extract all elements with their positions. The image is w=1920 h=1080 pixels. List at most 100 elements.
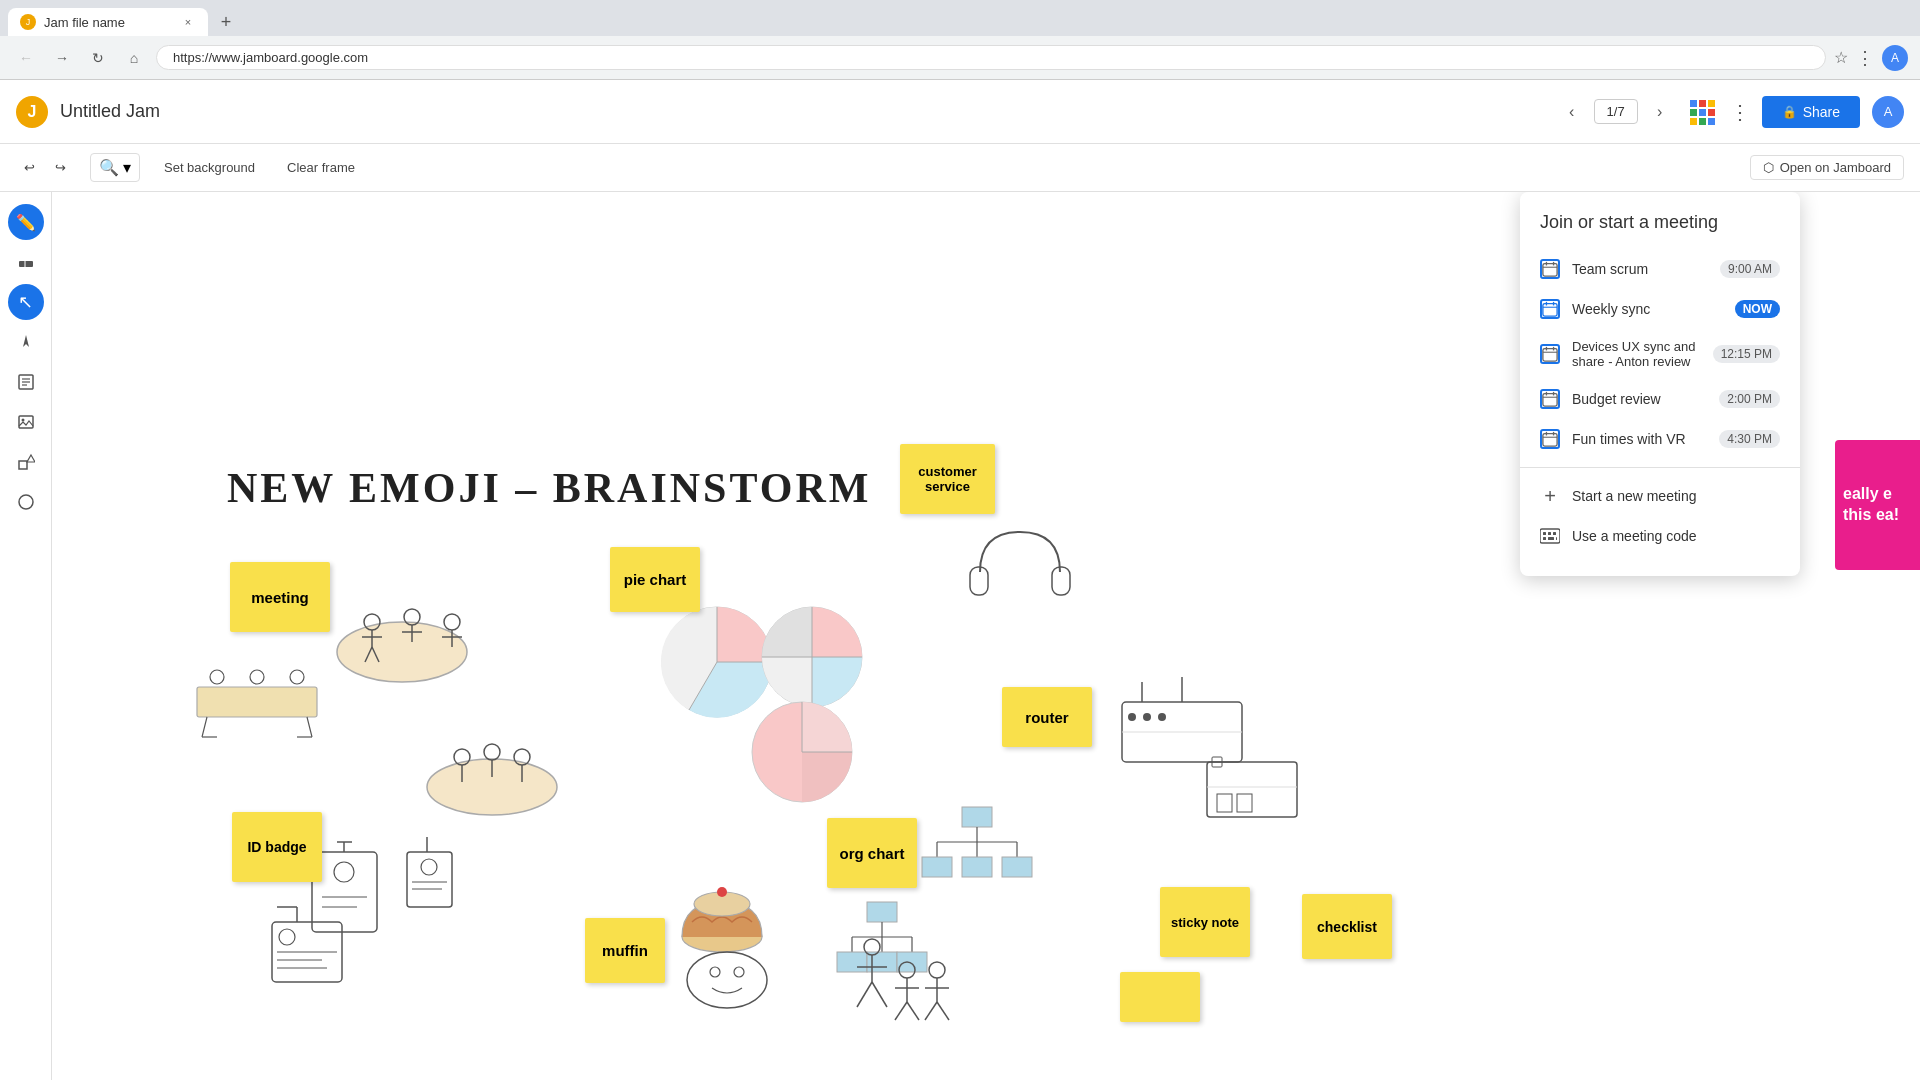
svg-point-66 — [1128, 713, 1136, 721]
tool-sticky-note[interactable] — [8, 364, 44, 400]
svg-line-121 — [872, 982, 887, 1007]
svg-point-117 — [864, 939, 880, 955]
svg-rect-144 — [1543, 394, 1557, 406]
sticky-note-bottom-yellow[interactable] — [1120, 972, 1200, 1022]
meeting-item-team-scrum[interactable]: Team scrum 9:00 AM — [1520, 249, 1800, 289]
zoom-control[interactable]: 🔍 ▾ — [90, 153, 140, 182]
frame-next-button[interactable]: › — [1646, 98, 1674, 126]
app-bar-right: ⋮ 🔒 Share A — [1686, 96, 1904, 128]
browser-tab-active[interactable]: J Jam file name × — [8, 8, 208, 36]
open-jamboard-icon: ⬡ — [1763, 160, 1774, 175]
share-label: Share — [1803, 104, 1840, 120]
bookmark-star-icon[interactable]: ☆ — [1834, 48, 1848, 67]
svg-line-120 — [857, 982, 872, 1007]
svg-line-131 — [937, 1002, 949, 1020]
sticky-note-pie-chart[interactable]: pie chart — [610, 547, 700, 612]
tool-shapes[interactable] — [8, 444, 44, 480]
meeting-item-fun-times[interactable]: Fun times with VR 4:30 PM — [1520, 419, 1800, 459]
clear-frame-button[interactable]: Clear frame — [279, 156, 363, 179]
browser-profile-icon[interactable]: A — [1882, 45, 1908, 71]
sticky-note-meeting[interactable]: meeting — [230, 562, 330, 632]
home-button[interactable]: ⌂ — [120, 44, 148, 72]
app-title[interactable]: Untitled Jam — [60, 101, 1546, 122]
svg-point-23 — [364, 614, 380, 630]
svg-point-94 — [694, 892, 750, 916]
app-more-options-button[interactable]: ⋮ — [1730, 100, 1750, 124]
svg-line-27 — [372, 647, 379, 662]
svg-point-58 — [752, 702, 852, 802]
sticky-note-org-chart[interactable]: org chart — [827, 818, 917, 888]
svg-rect-148 — [1543, 434, 1557, 446]
svg-text:NEW EMOJI – BRAINSTORM: NEW EMOJI – BRAINSTORM — [227, 465, 871, 511]
svg-point-17 — [21, 419, 24, 422]
svg-rect-74 — [1237, 794, 1252, 812]
browser-menu-button[interactable]: ⋮ — [1856, 47, 1874, 69]
tool-pen[interactable]: ✏️ — [8, 204, 44, 240]
sticky-note-customer-service[interactable]: customer service — [900, 444, 995, 514]
meeting-calendar-icon-1 — [1540, 259, 1560, 279]
svg-marker-19 — [27, 455, 35, 462]
sticky-note-checklist[interactable]: checklist — [1302, 894, 1392, 959]
sticky-note-sticky-note-item-text: sticky note — [1171, 915, 1239, 930]
tool-image[interactable] — [8, 404, 44, 440]
svg-line-52 — [689, 662, 717, 710]
tool-eraser[interactable] — [8, 244, 44, 280]
meeting-name-devices-ux: Devices UX sync and share - Anton review — [1572, 339, 1701, 369]
forward-button[interactable]: → — [48, 44, 76, 72]
svg-point-22 — [337, 622, 467, 682]
sticky-note-id-badge-text: ID badge — [247, 839, 306, 855]
sticky-note-router[interactable]: router — [1002, 687, 1092, 747]
svg-rect-107 — [1002, 857, 1032, 877]
back-button[interactable]: ← — [12, 44, 40, 72]
svg-point-45 — [484, 744, 500, 760]
meeting-panel-title: Join or start a meeting — [1520, 212, 1800, 249]
zoom-icon: 🔍 — [99, 158, 119, 177]
svg-rect-114 — [837, 952, 867, 972]
svg-point-78 — [334, 862, 354, 882]
undo-button[interactable]: ↩ — [16, 156, 43, 179]
meeting-calendar-icon-3 — [1540, 344, 1560, 364]
toolbar: ↩ ↪ 🔍 ▾ Set background Clear frame ⬡ Ope… — [0, 144, 1920, 192]
share-button[interactable]: 🔒 Share — [1762, 96, 1860, 128]
sticky-note-checklist-text: checklist — [1317, 919, 1377, 935]
svg-point-89 — [279, 929, 295, 945]
meeting-item-devices-ux[interactable]: Devices UX sync and share - Anton review… — [1520, 329, 1800, 379]
svg-point-41 — [290, 670, 304, 684]
meeting-item-weekly-sync[interactable]: Weekly sync NOW — [1520, 289, 1800, 329]
address-bar[interactable]: https://www.jamboard.google.com — [156, 45, 1826, 70]
logo-letter: J — [28, 103, 37, 121]
meeting-item-budget-review[interactable]: Budget review 2:00 PM — [1520, 379, 1800, 419]
tool-circle[interactable] — [8, 484, 44, 520]
new-tab-button[interactable]: + — [212, 8, 240, 36]
svg-point-96 — [687, 952, 767, 1008]
pink-card-text: eally e this ea! — [1843, 484, 1912, 526]
frame-prev-button[interactable]: ‹ — [1558, 98, 1586, 126]
canvas-area[interactable]: NEW EMOJI – BRAINSTORM — [52, 192, 1920, 1080]
sticky-note-id-badge[interactable]: ID badge — [232, 812, 322, 882]
tool-laser[interactable] — [8, 324, 44, 360]
tab-close-button[interactable]: × — [180, 14, 196, 30]
meeting-calendar-icon-5 — [1540, 429, 1560, 449]
sticky-note-sticky-note-item[interactable]: sticky note — [1160, 887, 1250, 957]
google-apps-icon[interactable] — [1686, 96, 1718, 128]
user-avatar[interactable]: A — [1872, 96, 1904, 128]
svg-rect-9 — [19, 261, 33, 267]
svg-rect-136 — [1543, 304, 1557, 316]
meeting-time-devices-ux: 12:15 PM — [1713, 345, 1780, 363]
sticky-note-muffin[interactable]: muffin — [585, 918, 665, 983]
set-background-button[interactable]: Set background — [156, 156, 263, 179]
svg-line-26 — [365, 647, 372, 662]
left-sidebar: ✏️ ↖ — [0, 192, 52, 1080]
open-jamboard-label: Open on Jamboard — [1780, 160, 1891, 175]
svg-rect-34 — [197, 687, 317, 717]
reload-button[interactable]: ↻ — [84, 44, 112, 72]
start-new-meeting-action[interactable]: + Start a new meeting — [1520, 476, 1800, 516]
svg-point-93 — [682, 922, 762, 952]
svg-rect-154 — [1548, 532, 1551, 535]
use-meeting-code-action[interactable]: Use a meeting code — [1520, 516, 1800, 556]
svg-rect-155 — [1553, 532, 1556, 535]
redo-button[interactable]: ↪ — [47, 156, 74, 179]
tool-select[interactable]: ↖ — [8, 284, 44, 320]
open-on-jamboard-button[interactable]: ⬡ Open on Jamboard — [1750, 155, 1904, 180]
meeting-name-fun-times: Fun times with VR — [1572, 431, 1707, 447]
